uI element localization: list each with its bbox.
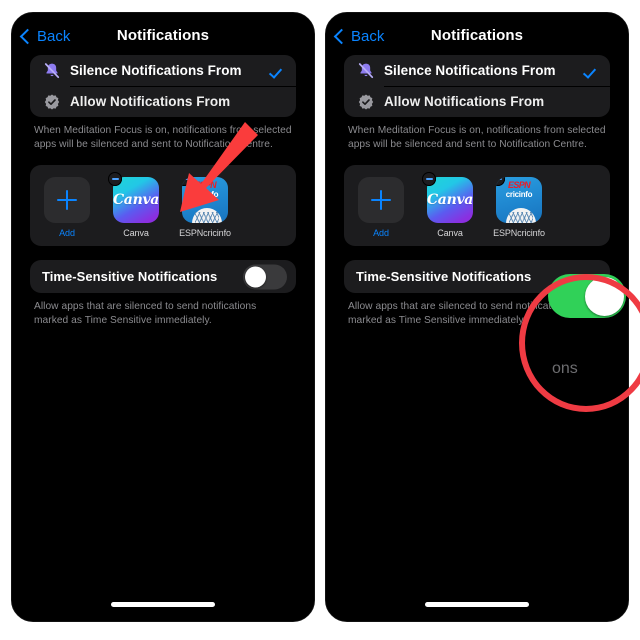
add-app-tile[interactable] [358, 177, 404, 223]
add-app-tile[interactable] [44, 177, 90, 223]
app-label: ESPNcricinfo [179, 228, 231, 238]
screenshot-stage: Back Notifications Silence Notifications… [0, 0, 640, 640]
time-sensitive-label: Time-Sensitive Notifications [356, 269, 532, 284]
cricket-ball-icon [192, 208, 222, 223]
toggle-knob [584, 276, 624, 316]
page-title-left: Notifications [116, 27, 210, 44]
allowed-apps-card-left: Add Canva Canva ESPN cricinfo ESPNcricin… [30, 165, 296, 246]
home-indicator-right [425, 602, 529, 607]
nav-bar-right: Back Notifications [326, 13, 628, 55]
remove-minus-badge-icon[interactable] [422, 172, 436, 186]
canva-app-icon[interactable]: Canva [422, 172, 474, 223]
option-label: Allow Notifications From [70, 94, 231, 109]
app-label: Canva [437, 228, 463, 238]
app-add-left[interactable]: Add [40, 177, 94, 238]
phone-screenshot-right: Back Notifications Silence Notifications… [325, 12, 629, 622]
time-sensitive-footnote-left: Allow apps that are silenced to send not… [34, 301, 257, 326]
app-canva-left[interactable]: Canva Canva [108, 172, 163, 238]
mode-footnote-right: When Meditation Focus is on, notificatio… [348, 125, 606, 150]
plus-icon [371, 190, 391, 210]
time-sensitive-card-left: Time-Sensitive Notifications [30, 260, 296, 293]
badge-check-icon [44, 94, 60, 109]
canva-wordmark: Canva [426, 192, 474, 208]
remove-minus-badge-icon[interactable] [108, 172, 122, 186]
screen-right: Back Notifications Silence Notifications… [326, 13, 628, 621]
espncricinfo-app-icon[interactable]: ESPN cricinfo [496, 177, 542, 223]
magnified-footnote-fragment: ons [552, 360, 578, 377]
cricket-ball-icon [506, 208, 536, 223]
option-silence-notifications-left[interactable]: Silence Notifications From [30, 55, 296, 86]
toggle-knob [245, 266, 266, 287]
option-label: Silence Notifications From [384, 63, 556, 78]
bell-slash-icon [44, 62, 60, 78]
bell-slash-icon [358, 62, 374, 78]
checkmark-icon [585, 65, 597, 77]
time-sensitive-toggle-right[interactable] [548, 274, 626, 318]
option-label: Silence Notifications From [70, 63, 242, 78]
option-silence-notifications-right[interactable]: Silence Notifications From [344, 55, 610, 86]
canva-app-icon[interactable]: Canva [108, 172, 160, 223]
screen-left: Back Notifications Silence Notifications… [12, 13, 314, 621]
cricinfo-wordmark: cricinfo [191, 190, 219, 199]
page-title-right: Notifications [430, 27, 524, 44]
plus-icon [57, 190, 77, 210]
app-label: Add [373, 228, 389, 238]
notification-mode-card-left: Silence Notifications From Allow Notific… [30, 55, 296, 117]
app-add-right[interactable]: Add [354, 177, 408, 238]
option-allow-notifications-right[interactable]: Allow Notifications From [344, 86, 610, 117]
phone-screenshot-left: Back Notifications Silence Notifications… [11, 12, 315, 622]
app-label: Add [59, 228, 75, 238]
mode-footnote-left: When Meditation Focus is on, notificatio… [34, 125, 292, 150]
app-espncricinfo-right[interactable]: ESPN cricinfo ESPNcricinfo [492, 177, 546, 238]
app-label: ESPNcricinfo [493, 228, 545, 238]
time-sensitive-toggle-left[interactable] [243, 264, 287, 289]
espncricinfo-app-icon[interactable]: ESPN cricinfo [182, 177, 228, 223]
cricinfo-wordmark: cricinfo [505, 190, 533, 199]
allowed-apps-card-right: Add Canva Canva ESPN cricinfo ESPNcricin… [344, 165, 610, 246]
option-allow-notifications-left[interactable]: Allow Notifications From [30, 86, 296, 117]
home-indicator-left [111, 602, 215, 607]
app-canva-right[interactable]: Canva Canva [422, 172, 477, 238]
badge-check-icon [358, 94, 374, 109]
nav-bar-left: Back Notifications [12, 13, 314, 55]
app-label: Canva [123, 228, 149, 238]
option-label: Allow Notifications From [384, 94, 545, 109]
time-sensitive-label: Time-Sensitive Notifications [42, 269, 218, 284]
canva-wordmark: Canva [112, 192, 160, 208]
app-espncricinfo-left[interactable]: ESPN cricinfo ESPNcricinfo [178, 177, 232, 238]
time-sensitive-card-right: Time-Sensitive Notifications [344, 260, 626, 318]
checkmark-icon [271, 65, 283, 77]
notification-mode-card-right: Silence Notifications From Allow Notific… [344, 55, 610, 117]
